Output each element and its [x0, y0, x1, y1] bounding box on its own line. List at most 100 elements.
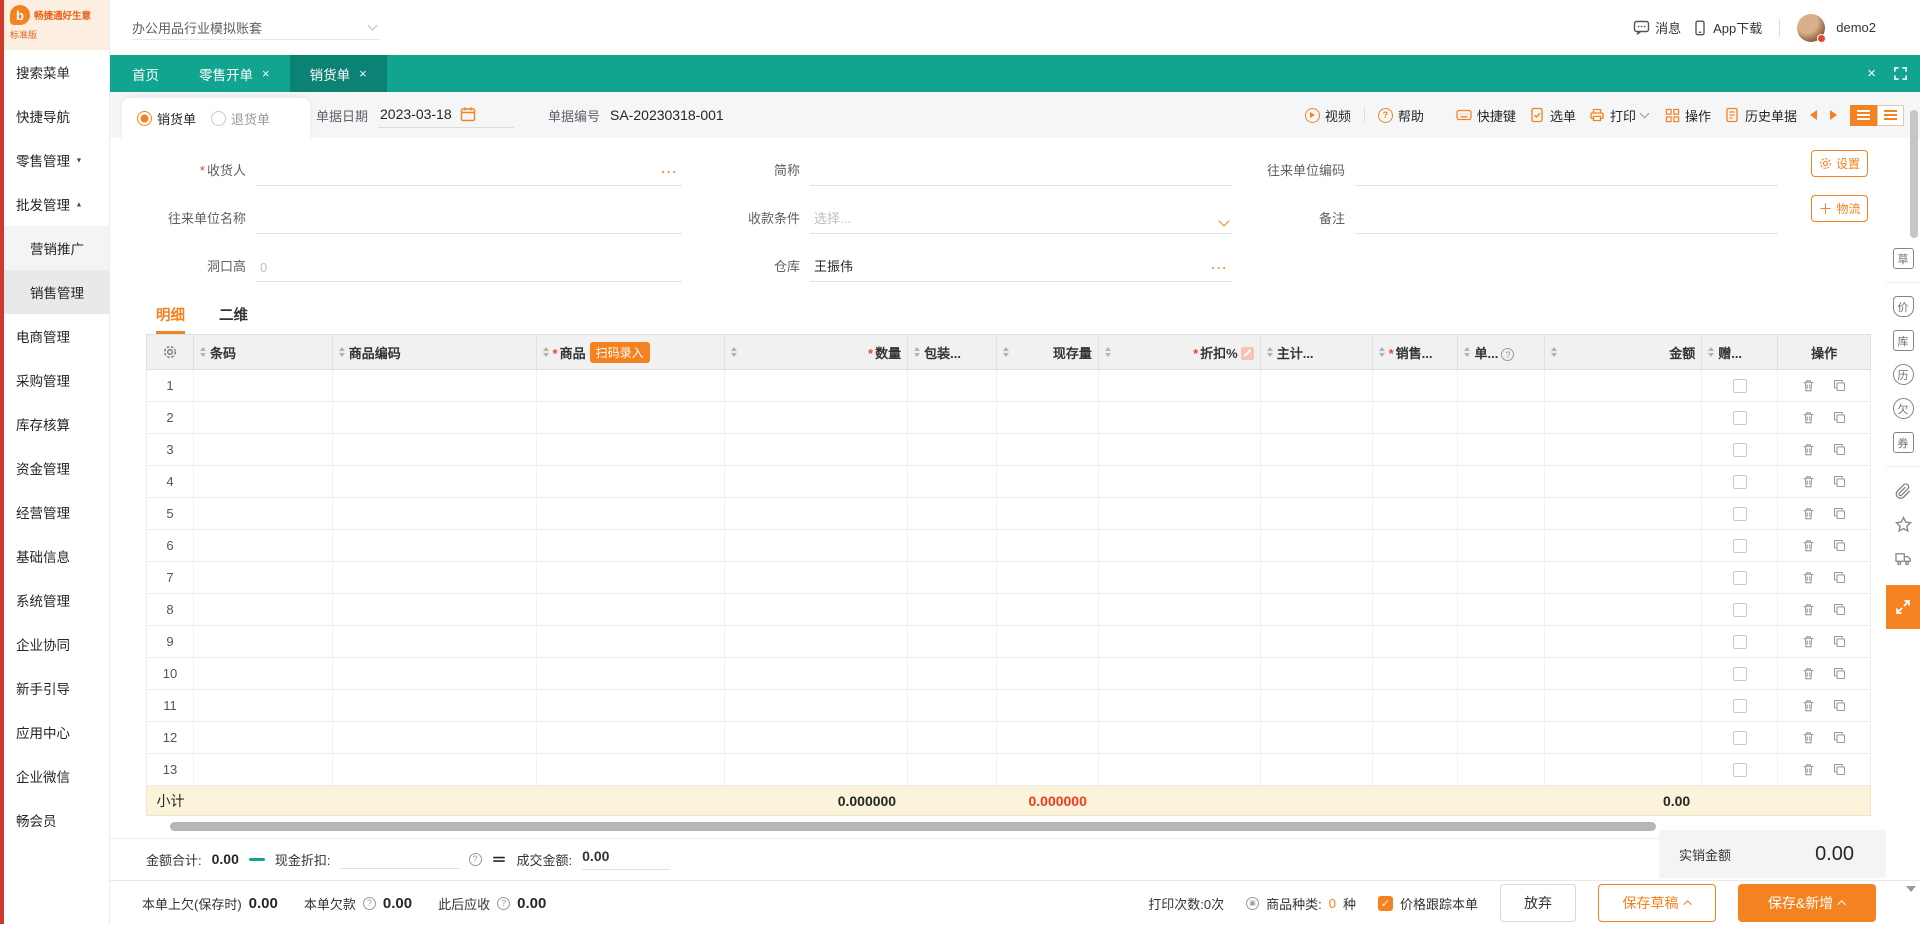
copy-row-icon[interactable]: [1832, 506, 1847, 521]
gift-checkbox[interactable]: [1732, 634, 1747, 649]
cell-discount[interactable]: [1099, 722, 1261, 753]
doc-date-input[interactable]: 2023-03-18: [378, 103, 515, 128]
radio-return-order[interactable]: 退货单: [211, 109, 270, 128]
video-button[interactable]: 视频: [1304, 106, 1351, 125]
cell-barcode[interactable]: [194, 370, 333, 401]
cell-qty[interactable]: [725, 562, 909, 593]
cell-barcode[interactable]: [194, 530, 333, 561]
tab-2[interactable]: 销货单 ×: [289, 55, 387, 92]
column-header-discount[interactable]: * 折扣%: [1099, 335, 1261, 369]
cell-pack[interactable]: [908, 594, 998, 625]
column-header-stock[interactable]: 现存量: [997, 335, 1099, 369]
cell-unit[interactable]: [1458, 626, 1546, 657]
cell-code[interactable]: [333, 626, 537, 657]
cash-discount-input[interactable]: [340, 849, 459, 869]
cell-ops[interactable]: [1778, 594, 1870, 625]
cell-discount[interactable]: [1099, 434, 1261, 465]
cell-code[interactable]: [333, 466, 537, 497]
cell-amount[interactable]: [1545, 402, 1703, 433]
cell-sales[interactable]: [1373, 434, 1459, 465]
cell-discount[interactable]: [1099, 690, 1261, 721]
copy-row-icon[interactable]: [1832, 474, 1847, 489]
cell-pack[interactable]: [908, 434, 998, 465]
cell-unit[interactable]: [1458, 466, 1546, 497]
sidebar-item-1[interactable]: 快捷导航: [4, 94, 109, 138]
expand-panel-button[interactable]: [1886, 585, 1920, 629]
gift-checkbox[interactable]: [1732, 410, 1747, 425]
sidebar-item-5[interactable]: 销售管理: [4, 270, 109, 314]
gift-checkbox[interactable]: [1732, 474, 1747, 489]
cell-barcode[interactable]: [194, 754, 333, 785]
cell-unit[interactable]: [1458, 658, 1546, 689]
cell-amount[interactable]: [1545, 370, 1703, 401]
messages-button[interactable]: 消息: [1633, 18, 1681, 37]
history-button[interactable]: 历史单据: [1724, 106, 1797, 125]
receiver-input[interactable]: ···: [256, 165, 682, 186]
cell-gift[interactable]: [1702, 466, 1779, 497]
sidebar-item-4[interactable]: 营销推广: [4, 226, 109, 270]
sort-icon[interactable]: [199, 347, 206, 357]
cell-discount[interactable]: [1099, 562, 1261, 593]
help-icon[interactable]: ?: [468, 852, 482, 866]
cell-unit[interactable]: [1458, 722, 1546, 753]
stock-icon[interactable]: 库: [1892, 330, 1914, 351]
sort-icon[interactable]: [1003, 347, 1009, 357]
cell-code[interactable]: [333, 402, 537, 433]
cell-product[interactable]: [537, 530, 726, 561]
cell-qty[interactable]: [725, 370, 909, 401]
cell-stock[interactable]: [997, 498, 1099, 529]
cell-qty[interactable]: [725, 722, 909, 753]
copy-row-icon[interactable]: [1832, 442, 1847, 457]
gift-checkbox[interactable]: [1732, 570, 1747, 585]
cell-pack[interactable]: [908, 402, 998, 433]
delete-row-icon[interactable]: [1801, 410, 1816, 425]
cell-barcode[interactable]: [194, 594, 333, 625]
cell-code[interactable]: [333, 434, 537, 465]
cell-sales[interactable]: [1373, 722, 1459, 753]
sidebar-item-3[interactable]: 批发管理 ▲: [4, 182, 109, 226]
account-dropdown[interactable]: 办公用品行业模拟账套: [132, 15, 380, 40]
cell-gift[interactable]: [1702, 498, 1779, 529]
cell-ops[interactable]: [1778, 402, 1870, 433]
cell-stock[interactable]: [997, 722, 1099, 753]
cell-main_unit[interactable]: [1261, 562, 1373, 593]
help-button[interactable]: ? 帮助: [1377, 106, 1424, 125]
column-header-product[interactable]: * 商品 扫码录入: [537, 335, 726, 369]
cell-gift[interactable]: [1702, 594, 1779, 625]
copy-row-icon[interactable]: [1832, 730, 1847, 745]
cell-amount[interactable]: [1545, 562, 1703, 593]
gift-checkbox[interactable]: [1732, 698, 1747, 713]
cell-amount[interactable]: [1545, 626, 1703, 657]
gear-icon[interactable]: [163, 345, 177, 359]
app-download-button[interactable]: App下载: [1692, 18, 1762, 37]
cell-amount[interactable]: [1545, 466, 1703, 497]
cell-code[interactable]: [333, 370, 537, 401]
cell-stock[interactable]: [997, 690, 1099, 721]
cell-product[interactable]: [537, 754, 726, 785]
copy-row-icon[interactable]: [1832, 698, 1847, 713]
delete-row-icon[interactable]: [1801, 730, 1816, 745]
cell-code[interactable]: [333, 530, 537, 561]
copy-row-icon[interactable]: [1832, 762, 1847, 777]
cell-gift[interactable]: [1702, 690, 1779, 721]
cell-barcode[interactable]: [194, 562, 333, 593]
sidebar-item-12[interactable]: 系统管理: [4, 578, 109, 622]
cell-stock[interactable]: [997, 562, 1099, 593]
more-icon[interactable]: ···: [1212, 261, 1229, 275]
cell-ops[interactable]: [1778, 722, 1870, 753]
cell-product[interactable]: [537, 402, 726, 433]
cell-code[interactable]: [333, 754, 537, 785]
door-height-input[interactable]: 0: [256, 260, 682, 282]
cell-stock[interactable]: [997, 626, 1099, 657]
column-header-code[interactable]: 商品编码: [333, 335, 537, 369]
cell-pack[interactable]: [908, 722, 998, 753]
cell-main_unit[interactable]: [1261, 498, 1373, 529]
cell-code[interactable]: [333, 690, 537, 721]
partner-name-input[interactable]: [256, 227, 682, 234]
print-button[interactable]: 打印: [1589, 106, 1652, 125]
detail-tab-0[interactable]: 明细: [156, 304, 185, 334]
delete-row-icon[interactable]: [1801, 634, 1816, 649]
price-icon[interactable]: 价: [1892, 296, 1914, 317]
cell-main_unit[interactable]: [1261, 466, 1373, 497]
cell-qty[interactable]: [725, 594, 909, 625]
